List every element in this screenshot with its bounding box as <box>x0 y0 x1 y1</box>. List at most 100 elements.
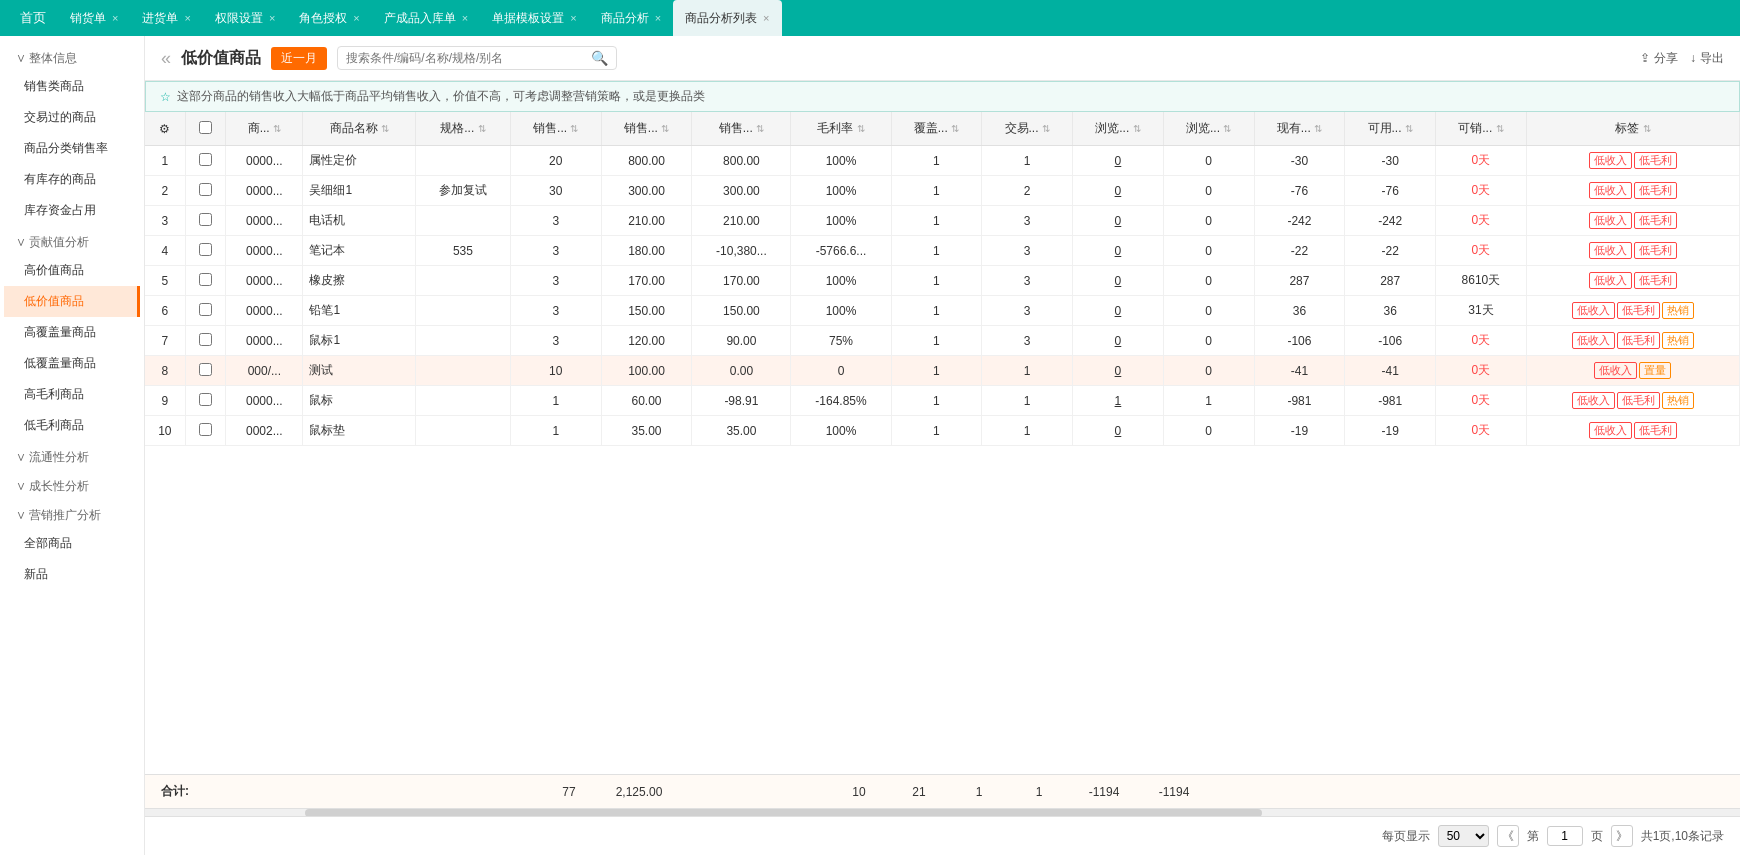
filter-button[interactable]: 近一月 <box>271 47 327 70</box>
row-gross: 100% <box>791 266 891 296</box>
row-spec: 参加复试 <box>415 176 510 206</box>
share-button[interactable]: ⇪ 分享 <box>1640 50 1678 67</box>
row-view1[interactable]: 0 <box>1073 416 1164 446</box>
sidebar-item-category-rate[interactable]: 商品分类销售率 <box>4 133 140 164</box>
footer-sale2: 2,125.00 <box>599 785 679 799</box>
close-sales[interactable]: × <box>112 12 118 24</box>
sidebar-item-all[interactable]: 全部商品 <box>4 528 140 559</box>
nav-home[interactable]: 首页 <box>8 0 58 36</box>
nav-analysis-list[interactable]: 商品分析列表 × <box>673 0 781 36</box>
col-checkbox[interactable] <box>185 112 225 146</box>
tag-label: 低收入 <box>1589 212 1632 229</box>
row-checkbox[interactable] <box>185 326 225 356</box>
col-cover[interactable]: 覆盖... ⇅ <box>891 112 982 146</box>
nav-template[interactable]: 单据模板设置 × <box>480 0 588 36</box>
per-page-select[interactable]: 50 100 200 <box>1438 825 1489 847</box>
sidebar-item-high-cover[interactable]: 高覆盖量商品 <box>4 317 140 348</box>
export-button[interactable]: ↓ 导出 <box>1690 50 1724 67</box>
close-role[interactable]: × <box>353 12 359 24</box>
first-page-button[interactable]: 《 <box>1497 825 1519 847</box>
row-days: 0天 <box>1436 416 1527 446</box>
search-icon[interactable]: 🔍 <box>591 50 608 66</box>
close-purchase[interactable]: × <box>184 12 190 24</box>
row-checkbox[interactable] <box>185 416 225 446</box>
close-template[interactable]: × <box>570 12 576 24</box>
row-checkbox[interactable] <box>185 296 225 326</box>
sidebar-item-high-margin[interactable]: 高毛利商品 <box>4 379 140 410</box>
table-row: 6 0000... 铅笔1 3 150.00 150.00 100% 1 3 0… <box>145 296 1740 326</box>
col-stock1[interactable]: 现有... ⇅ <box>1254 112 1345 146</box>
col-sale3[interactable]: 销售... ⇅ <box>692 112 791 146</box>
row-view1[interactable]: 1 <box>1073 386 1164 416</box>
row-view1[interactable]: 0 <box>1073 296 1164 326</box>
row-view1[interactable]: 0 <box>1073 206 1164 236</box>
table-row: 8 000/... 测试 10 100.00 0.00 0 1 1 0 0 -4… <box>145 356 1740 386</box>
col-sale1[interactable]: 销售... ⇅ <box>510 112 601 146</box>
col-tags[interactable]: 标签 ⇅ <box>1526 112 1739 146</box>
row-sale2: 150.00 <box>601 296 692 326</box>
col-trade[interactable]: 交易... ⇅ <box>982 112 1073 146</box>
nav-analysis[interactable]: 商品分析 × <box>589 0 673 36</box>
row-sale3: 35.00 <box>692 416 791 446</box>
select-all-checkbox[interactable] <box>199 121 212 134</box>
row-view1[interactable]: 0 <box>1073 146 1164 176</box>
search-input[interactable] <box>346 51 591 65</box>
sidebar-item-low-margin[interactable]: 低毛利商品 <box>4 410 140 441</box>
row-view1[interactable]: 0 <box>1073 266 1164 296</box>
row-checkbox[interactable] <box>185 206 225 236</box>
sidebar-item-high-value[interactable]: 高价值商品 <box>4 255 140 286</box>
col-settings[interactable]: ⚙ <box>145 112 185 146</box>
row-checkbox[interactable] <box>185 356 225 386</box>
sidebar-item-low-cover[interactable]: 低覆盖量商品 <box>4 348 140 379</box>
nav-product-entry[interactable]: 产成品入库单 × <box>372 0 480 36</box>
row-cover: 1 <box>891 386 982 416</box>
row-view1[interactable]: 0 <box>1073 356 1164 386</box>
row-view1[interactable]: 0 <box>1073 236 1164 266</box>
row-sale3: -98.91 <box>692 386 791 416</box>
close-analysis[interactable]: × <box>655 12 661 24</box>
table-row: 4 0000... 笔记本 535 3 180.00 -10,380... -5… <box>145 236 1740 266</box>
nav-purchase[interactable]: 进货单 × <box>130 0 202 36</box>
col-stock3[interactable]: 可销... ⇅ <box>1436 112 1527 146</box>
sidebar-item-new[interactable]: 新品 <box>4 559 140 590</box>
close-analysis-list[interactable]: × <box>763 12 769 24</box>
page-label: 第 <box>1527 828 1539 845</box>
col-spec[interactable]: 规格... ⇅ <box>415 112 510 146</box>
row-sale2: 100.00 <box>601 356 692 386</box>
row-view1[interactable]: 0 <box>1073 326 1164 356</box>
sidebar-group-growth[interactable]: ∨ 成长性分析 <box>4 470 140 499</box>
nav-permission[interactable]: 权限设置 × <box>203 0 287 36</box>
row-days: 0天 <box>1436 386 1527 416</box>
row-view1[interactable]: 0 <box>1073 176 1164 206</box>
sidebar-item-traded[interactable]: 交易过的商品 <box>4 102 140 133</box>
tag-label: 置量 <box>1639 362 1671 379</box>
nav-sales[interactable]: 销货单 × <box>58 0 130 36</box>
row-no: 5 <box>145 266 185 296</box>
col-sale2[interactable]: 销售... ⇅ <box>601 112 692 146</box>
sidebar-item-low-value[interactable]: 低价值商品 <box>4 286 140 317</box>
sidebar-item-capital[interactable]: 库存资金占用 <box>4 195 140 226</box>
sidebar-item-stock[interactable]: 有库存的商品 <box>4 164 140 195</box>
col-view1[interactable]: 浏览... ⇅ <box>1073 112 1164 146</box>
collapse-icon[interactable]: « <box>161 48 171 69</box>
col-view2[interactable]: 浏览... ⇅ <box>1163 112 1254 146</box>
row-checkbox[interactable] <box>185 266 225 296</box>
row-checkbox[interactable] <box>185 146 225 176</box>
col-code[interactable]: 商... ⇅ <box>226 112 303 146</box>
nav-role[interactable]: 角色授权 × <box>287 0 371 36</box>
row-checkbox[interactable] <box>185 236 225 266</box>
col-gross[interactable]: 毛利率 ⇅ <box>791 112 891 146</box>
row-trade: 1 <box>982 386 1073 416</box>
row-checkbox[interactable] <box>185 176 225 206</box>
row-checkbox[interactable] <box>185 386 225 416</box>
total-label: 共1页,10条记录 <box>1641 828 1724 845</box>
page-input[interactable] <box>1547 826 1583 846</box>
close-permission[interactable]: × <box>269 12 275 24</box>
col-name[interactable]: 商品名称 ⇅ <box>303 112 416 146</box>
col-stock2[interactable]: 可用... ⇅ <box>1345 112 1436 146</box>
sidebar-item-sales-products[interactable]: 销售类商品 <box>4 71 140 102</box>
sidebar-group-flow[interactable]: ∨ 流通性分析 <box>4 441 140 470</box>
last-page-button[interactable]: 》 <box>1611 825 1633 847</box>
footer-totals: 合计: 77 2,125.00 10 21 1 1 -1194 -1194 <box>145 774 1740 808</box>
close-product-entry[interactable]: × <box>462 12 468 24</box>
